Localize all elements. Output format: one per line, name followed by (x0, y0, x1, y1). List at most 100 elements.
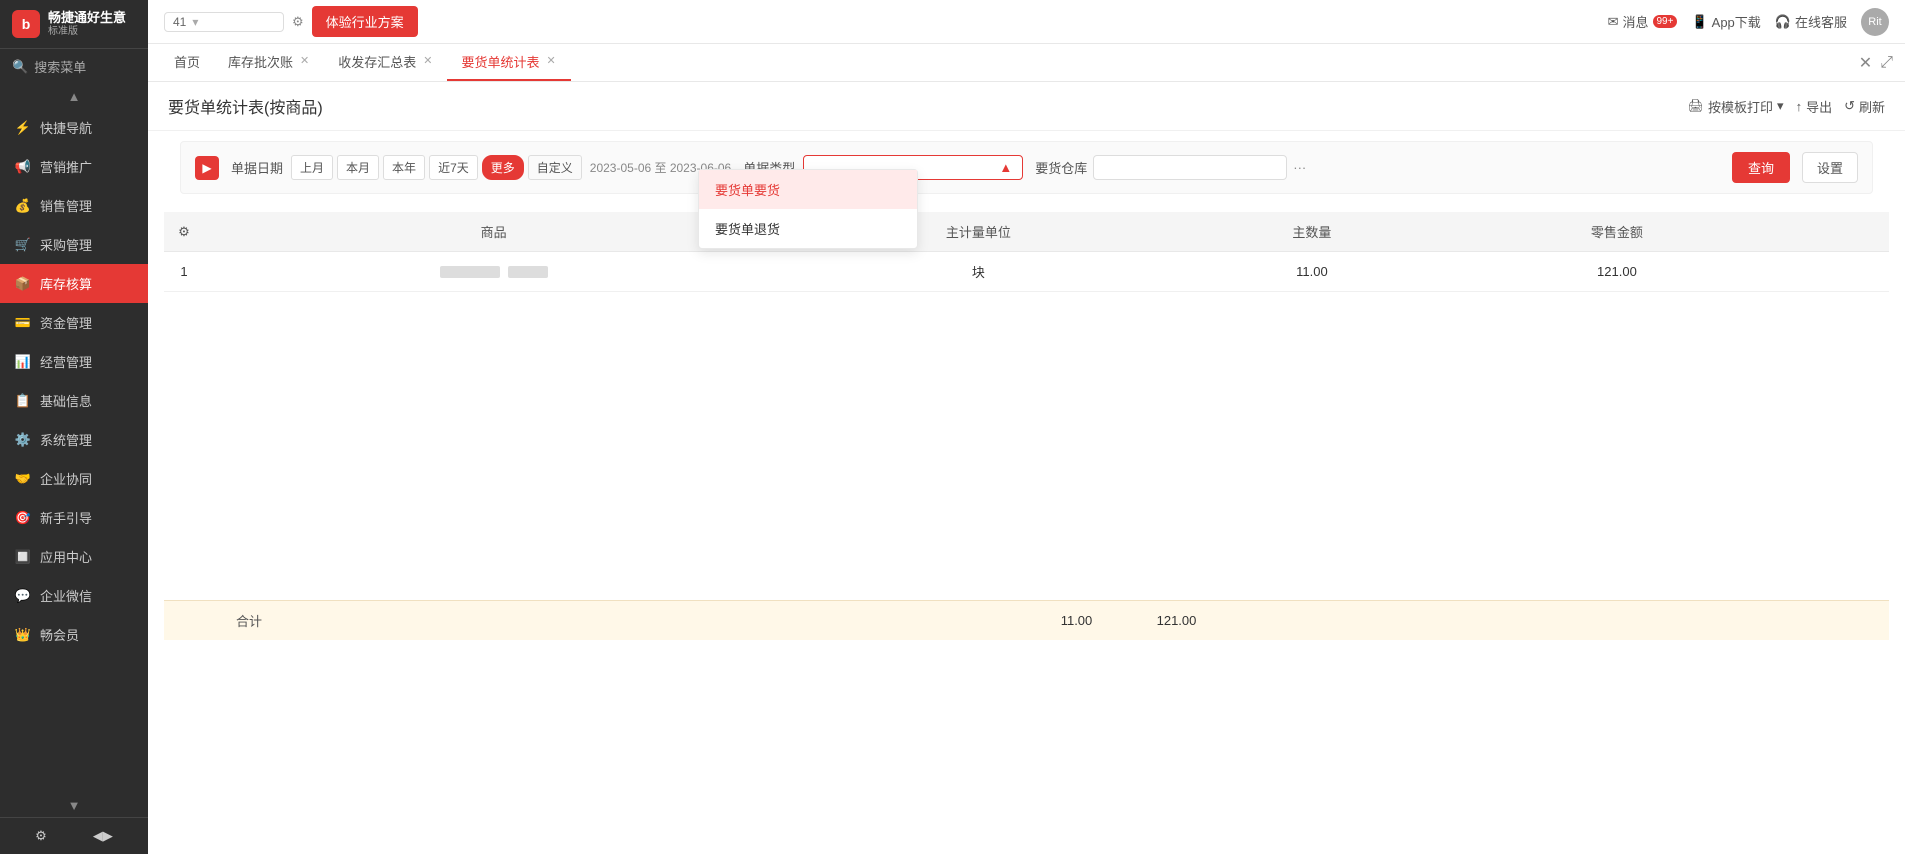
collapse-icon[interactable]: ◀▶ (93, 828, 113, 844)
sidebar-footer: ⚙ ◀▶ (0, 817, 148, 854)
print-template-button[interactable]: 🖨 按模板打印 ▾ (1688, 97, 1784, 116)
sidebar-item-marketing[interactable]: 📢 营销推广 (0, 147, 148, 186)
row-index: 1 (164, 252, 204, 292)
search-icon: 🔍 (12, 59, 28, 75)
warehouse-filter-group: 要货仓库 ··· (1035, 155, 1306, 180)
tab-expand-button[interactable]: ⤢ (1880, 54, 1893, 72)
sidebar-item-system[interactable]: ⚙️ 系统管理 (0, 420, 148, 459)
sidebar-scroll-up[interactable]: ▲ (0, 84, 148, 108)
row-product (204, 252, 783, 292)
sidebar-item-sales[interactable]: 💰 销售管理 (0, 186, 148, 225)
messages[interactable]: ✉ 消息 99+ (1608, 12, 1678, 31)
period-more[interactable]: 更多 (482, 155, 524, 180)
basic-icon: 📋 (14, 392, 32, 410)
quick-nav-icon: ⚡ (14, 119, 32, 137)
export-button[interactable]: ↑ 导出 (1796, 97, 1833, 116)
search-menu[interactable]: 🔍 搜索菜单 (0, 49, 148, 84)
sidebar: b 畅捷通好生意 标准版 🔍 搜索菜单 ▲ ⚡ 快捷导航 📢 营销推广 💰 销售… (0, 0, 148, 854)
apps-icon: 🔲 (14, 548, 32, 566)
tab-inventory-batch[interactable]: 库存批次账 ✕ (214, 44, 324, 81)
tab-bar-controls: ✕ ⤢ (1859, 53, 1893, 73)
query-button[interactable]: 查询 (1732, 152, 1790, 183)
members-icon: 👑 (14, 626, 32, 644)
sidebar-scroll-down[interactable]: ▼ (0, 793, 148, 817)
app-download[interactable]: 📱 App下载 (1691, 12, 1760, 31)
online-service[interactable]: 🎧 在线客服 (1775, 12, 1847, 31)
warehouse-input[interactable] (1093, 155, 1287, 180)
row-qty: 11.00 (1174, 252, 1450, 292)
message-badge: 99+ (1653, 15, 1678, 28)
date-label: 单据日期 (231, 158, 283, 177)
tab-close-all-button[interactable]: ✕ (1859, 53, 1872, 73)
settings-icon[interactable]: ⚙ (35, 828, 47, 844)
page-content: 要货单统计表(按商品) 🖨 按模板打印 ▾ ↑ 导出 ↺ 刷新 (148, 82, 1905, 854)
sidebar-item-inventory[interactable]: 📦 库存核算 (0, 264, 148, 303)
product-placeholder-2 (508, 266, 548, 278)
table-spacer (148, 292, 1905, 592)
sidebar-item-members[interactable]: 👑 畅会员 (0, 615, 148, 654)
header-left: 41 ▾ ⚙ 体验行业方案 (164, 6, 1596, 37)
col-header-qty: 主数量 (1174, 212, 1450, 252)
header-gear-icon[interactable]: ⚙ (292, 14, 304, 30)
custom-date-btn[interactable]: 自定义 (528, 155, 582, 180)
sidebar-item-wechat[interactable]: 💬 企业微信 (0, 576, 148, 615)
refresh-button[interactable]: ↺ 刷新 (1844, 97, 1885, 116)
marketing-icon: 📢 (14, 158, 32, 176)
sidebar-item-apps[interactable]: 🔲 应用中心 (0, 537, 148, 576)
logo: b 畅捷通好生意 标准版 (0, 0, 148, 49)
row-extra (1784, 252, 1889, 292)
table-footer: 合计 11.00 121.00 (164, 600, 1889, 640)
footer-label: 合计 (176, 611, 376, 630)
print-dropdown-icon: ▾ (1777, 98, 1784, 114)
filter-section: ▶ 单据日期 上月 本月 本年 近7天 更多 自定义 2023-05-06 至 … (148, 131, 1905, 204)
sidebar-item-quick-nav[interactable]: ⚡ 快捷导航 (0, 108, 148, 147)
tab-receivables[interactable]: 收发存汇总表 ✕ (324, 44, 447, 81)
avatar[interactable]: Rit (1861, 8, 1889, 36)
date-filter-group: 单据日期 上月 本月 本年 近7天 更多 自定义 2023-05-06 至 20… (231, 155, 731, 180)
logo-main: 畅捷通好生意 (48, 10, 126, 26)
filter-bar: ▶ 单据日期 上月 本月 本年 近7天 更多 自定义 2023-05-06 至 … (180, 141, 1873, 194)
logo-sub: 标准版 (48, 26, 126, 38)
tabs-count-selector[interactable]: 41 ▾ (164, 12, 284, 32)
print-icon: 🖨 (1688, 98, 1705, 114)
operation-icon: 📊 (14, 353, 32, 371)
sidebar-item-basic[interactable]: 📋 基础信息 (0, 381, 148, 420)
tab-close-receivables[interactable]: ✕ (422, 55, 433, 68)
sidebar-item-purchase[interactable]: 🛒 采购管理 (0, 225, 148, 264)
sidebar-item-finance[interactable]: 💳 资金管理 (0, 303, 148, 342)
tab-home[interactable]: 首页 (160, 44, 214, 81)
page-inner: 要货单统计表(按商品) 🖨 按模板打印 ▾ ↑ 导出 ↺ 刷新 (148, 82, 1905, 854)
inventory-icon: 📦 (14, 275, 32, 293)
dropdown-item-order[interactable]: 要货单要货 (699, 170, 917, 209)
message-label: 消息 (1622, 12, 1648, 31)
page-title-bar: 要货单统计表(按商品) 🖨 按模板打印 ▾ ↑ 导出 ↺ 刷新 (148, 82, 1905, 131)
filter-expand-button[interactable]: ▶ (195, 156, 219, 180)
industry-solution-button[interactable]: 体验行业方案 (312, 6, 418, 37)
sidebar-item-guide[interactable]: 🎯 新手引导 (0, 498, 148, 537)
page-title: 要货单统计表(按商品) (168, 94, 323, 118)
footer-qty: 11.00 (1027, 613, 1127, 628)
warehouse-more-icon[interactable]: ··· (1293, 160, 1306, 175)
export-icon: ↑ (1796, 99, 1803, 114)
tab-close-inventory-batch[interactable]: ✕ (299, 55, 310, 68)
tab-order-stats[interactable]: 要货单统计表 ✕ (447, 44, 570, 81)
col-header-extra (1784, 212, 1889, 252)
period-last-month[interactable]: 上月 (291, 155, 333, 180)
sidebar-item-operation[interactable]: 📊 经营管理 (0, 342, 148, 381)
settings-button[interactable]: 设置 (1802, 152, 1858, 183)
logo-icon: b (12, 10, 40, 38)
purchase-icon: 🛒 (14, 236, 32, 254)
dropdown-item-return[interactable]: 要货单退货 (699, 209, 917, 248)
period-this-month[interactable]: 本月 (337, 155, 379, 180)
col-header-settings[interactable]: ⚙ (164, 212, 204, 252)
warehouse-label: 要货仓库 (1035, 158, 1087, 177)
tab-close-order-stats[interactable]: ✕ (546, 55, 557, 68)
period-7-days[interactable]: 近7天 (429, 155, 478, 180)
collab-icon: 🤝 (14, 470, 32, 488)
period-this-year[interactable]: 本年 (383, 155, 425, 180)
app-download-icon: 📱 (1691, 14, 1707, 30)
table-body: 1 块 11.00 121.00 (164, 252, 1889, 292)
sidebar-item-collab[interactable]: 🤝 企业协同 (0, 459, 148, 498)
table-settings-icon[interactable]: ⚙ (178, 224, 190, 239)
col-header-product: 商品 (204, 212, 783, 252)
